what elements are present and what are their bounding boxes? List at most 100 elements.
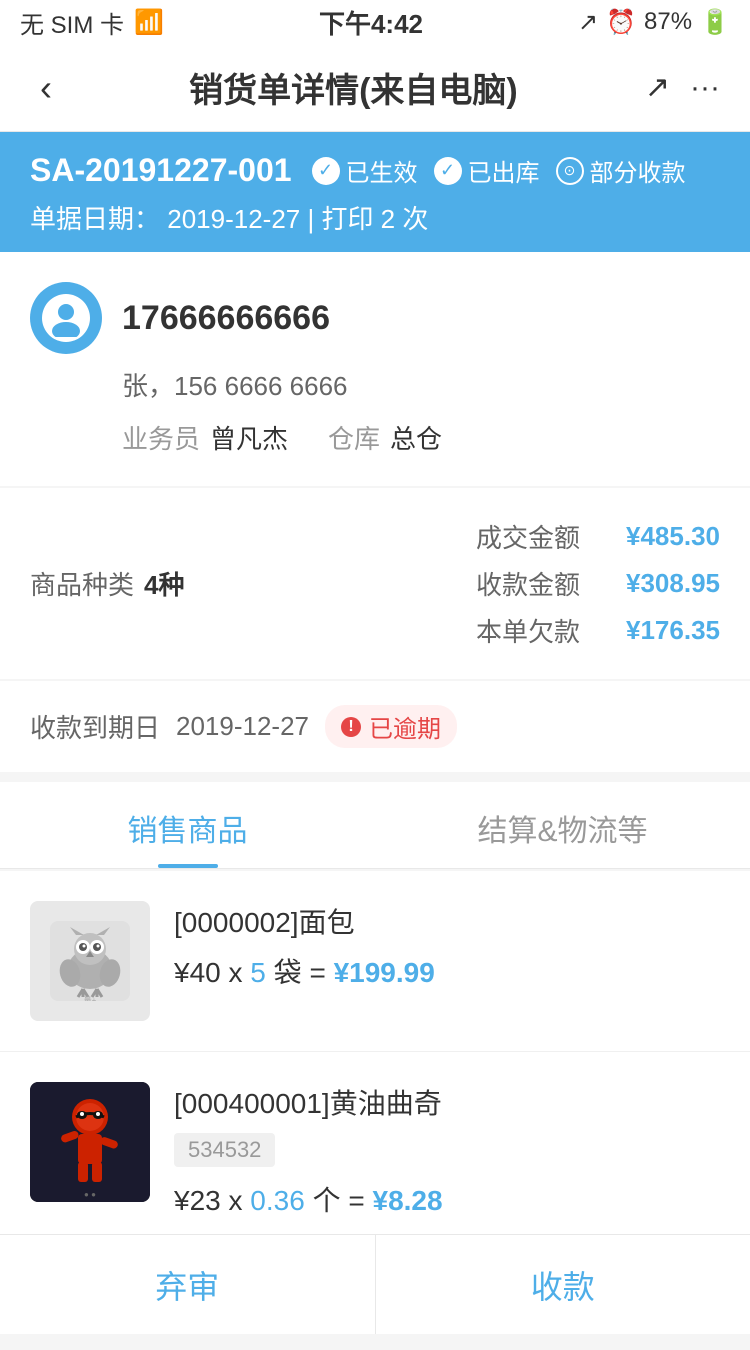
product-total-2: ¥8.28 xyxy=(373,1185,443,1216)
order-badges: ✓ 已生效 ✓ 已出库 ⊙ 部分收款 xyxy=(312,153,686,188)
status-left: 无 SIM 卡 📶 xyxy=(20,5,164,40)
pay-amount-value: ¥308.95 xyxy=(600,568,720,599)
badge-effective: ✓ 已生效 xyxy=(312,153,418,188)
debt-amount-label: 本单欠款 xyxy=(476,612,580,649)
badge-partial-payment: ⊙ 部分收款 xyxy=(556,153,686,188)
customer-section: 17666666666 张，156 6666 6666 业务员 曾凡杰 仓库 总… xyxy=(0,252,750,486)
tab-sales-goods-label: 销售商品 xyxy=(128,815,248,848)
warehouse-label: 仓库 xyxy=(328,419,380,456)
product-image-1: 量+ xyxy=(30,901,150,1021)
salesperson-label: 业务员 xyxy=(122,419,200,456)
product-multiply-1: x xyxy=(229,957,251,988)
share-button[interactable]: ↗ xyxy=(645,70,670,105)
product-info-2: [000400001]黄油曲奇 534532 ¥23 x 0.36 个 = ¥8… xyxy=(174,1082,720,1219)
pay-amount-label: 收款金额 xyxy=(476,565,580,602)
debt-amount-value: ¥176.35 xyxy=(600,615,720,646)
doc-date-label: 单据日期： xyxy=(30,204,160,234)
product-name-1: [0000002]面包 xyxy=(174,901,720,941)
product-price-unit-1: ¥40 xyxy=(174,957,221,988)
badge-shipped: ✓ 已出库 xyxy=(434,153,540,188)
location-icon: ↗ xyxy=(578,8,598,37)
svg-text:● ●: ● ● xyxy=(84,1190,96,1199)
product-type-count: 商品种类 4种 xyxy=(30,518,184,649)
doc-date-value: 2019-12-27 xyxy=(167,204,300,234)
overdue-text: 已逾期 xyxy=(369,709,441,744)
product-tag-2: 534532 xyxy=(174,1133,275,1167)
product-multiply-2: x xyxy=(229,1185,251,1216)
customer-meta: 业务员 曾凡杰 仓库 总仓 xyxy=(30,419,720,456)
print-info: | 打印 2 次 xyxy=(307,204,428,234)
bottom-bar: 弃审 收款 xyxy=(0,1234,750,1334)
battery-icon: 🔋 xyxy=(700,8,730,37)
battery-text: 87% xyxy=(644,8,692,36)
tab-sales-goods[interactable]: 销售商品 xyxy=(0,782,375,868)
pay-amount-row: 收款金额 ¥308.95 xyxy=(476,565,720,602)
product-equals-1: = xyxy=(309,957,333,988)
badge-effective-label: 已生效 xyxy=(346,153,418,188)
product-qty-1: 5 xyxy=(250,957,266,988)
product-price-1: ¥40 x 5 袋 = ¥199.99 xyxy=(174,951,720,991)
tabs-section: 销售商品 结算&物流等 xyxy=(0,782,750,869)
due-date-section: 收款到期日 2019-12-27 ! 已逾期 xyxy=(0,681,750,772)
badge-shipped-label: 已出库 xyxy=(468,153,540,188)
warehouse-item: 仓库 总仓 xyxy=(328,419,442,456)
deal-amount-value: ¥485.30 xyxy=(600,521,720,552)
product-price-unit-2: ¥23 xyxy=(174,1185,221,1216)
nav-bar: ‹ 销货单详情(来自电脑) ↗ ··· xyxy=(0,44,750,132)
status-bar: 无 SIM 卡 📶 下午4:42 ↗ ⏰ 87% 🔋 xyxy=(0,0,750,44)
svg-text:量+: 量+ xyxy=(84,996,97,1001)
product-equals-2: = xyxy=(348,1185,372,1216)
product-name-2: [000400001]黄油曲奇 xyxy=(174,1082,720,1122)
carrier-text: 无 SIM 卡 xyxy=(20,5,124,40)
nav-title: 销货单详情(来自电脑) xyxy=(189,63,518,112)
product-image-2: ● ● xyxy=(30,1082,150,1202)
type-count: 4种 xyxy=(144,565,184,602)
due-date-value: 2019-12-27 xyxy=(176,711,309,742)
salesperson-item: 业务员 曾凡杰 xyxy=(122,419,288,456)
order-number: SA-20191227-001 xyxy=(30,152,292,189)
overdue-badge: ! 已逾期 xyxy=(325,705,457,748)
collect-payment-button[interactable]: 收款 xyxy=(376,1235,750,1334)
back-button[interactable]: ‹ xyxy=(30,57,62,119)
overdue-exclamation-icon: ! xyxy=(341,717,361,737)
more-button[interactable]: ··· xyxy=(690,71,720,105)
wifi-icon: 📶 xyxy=(134,8,164,37)
financial-stats: 成交金额 ¥485.30 收款金额 ¥308.95 本单欠款 ¥176.35 xyxy=(476,518,720,649)
product-item: 量+ [0000002]面包 ¥40 x 5 袋 = ¥199.99 xyxy=(0,871,750,1052)
debt-amount-row: 本单欠款 ¥176.35 xyxy=(476,612,720,649)
order-header-banner: SA-20191227-001 ✓ 已生效 ✓ 已出库 ⊙ 部分收款 单据日期：… xyxy=(0,132,750,252)
type-label: 商品种类 xyxy=(30,565,134,602)
salesperson-value: 曾凡杰 xyxy=(210,419,288,456)
status-time: 下午4:42 xyxy=(319,4,423,41)
avatar-person-icon xyxy=(42,294,90,342)
deal-amount-label: 成交金额 xyxy=(476,518,580,555)
warehouse-value: 总仓 xyxy=(390,419,442,456)
product-unit-2: 个 xyxy=(313,1185,341,1216)
stats-section: 商品种类 4种 成交金额 ¥485.30 收款金额 ¥308.95 本单欠款 ¥… xyxy=(0,488,750,679)
product-info-1: [0000002]面包 ¥40 x 5 袋 = ¥199.99 xyxy=(174,901,720,991)
product-qty-2: 0.36 xyxy=(250,1185,305,1216)
partial-clock-icon: ⊙ xyxy=(556,157,584,185)
product-item-2: ● ● [000400001]黄油曲奇 534532 ¥23 x 0.36 个 … xyxy=(0,1052,750,1250)
customer-name: 17666666666 xyxy=(122,299,330,338)
nav-right-buttons: ↗ ··· xyxy=(645,70,720,105)
product-unit-1: 袋 xyxy=(274,957,302,988)
order-doc-date: 单据日期： 2019-12-27 | 打印 2 次 xyxy=(30,199,720,236)
product-price-2: ¥23 x 0.36 个 = ¥8.28 xyxy=(174,1179,720,1219)
status-right: ↗ ⏰ 87% 🔋 xyxy=(578,8,730,37)
deal-amount-row: 成交金额 ¥485.30 xyxy=(476,518,720,555)
customer-phone: 张，156 6666 6666 xyxy=(30,366,720,403)
due-date-label: 收款到期日 xyxy=(30,708,160,745)
tab-settlement-logistics[interactable]: 结算&物流等 xyxy=(375,782,750,868)
effective-check-icon: ✓ xyxy=(312,157,340,185)
product-total-1: ¥199.99 xyxy=(334,957,435,988)
cancel-review-button[interactable]: 弃审 xyxy=(0,1235,376,1334)
customer-info-row: 17666666666 xyxy=(30,282,720,354)
badge-partial-label: 部分收款 xyxy=(590,153,686,188)
product-list: 量+ [0000002]面包 ¥40 x 5 袋 = ¥199.99 xyxy=(0,871,750,1250)
back-icon: ‹ xyxy=(40,67,52,108)
avatar xyxy=(30,282,102,354)
tab-settlement-logistics-label: 结算&物流等 xyxy=(477,815,647,848)
alarm-icon: ⏰ xyxy=(606,8,636,37)
shipped-check-icon: ✓ xyxy=(434,157,462,185)
